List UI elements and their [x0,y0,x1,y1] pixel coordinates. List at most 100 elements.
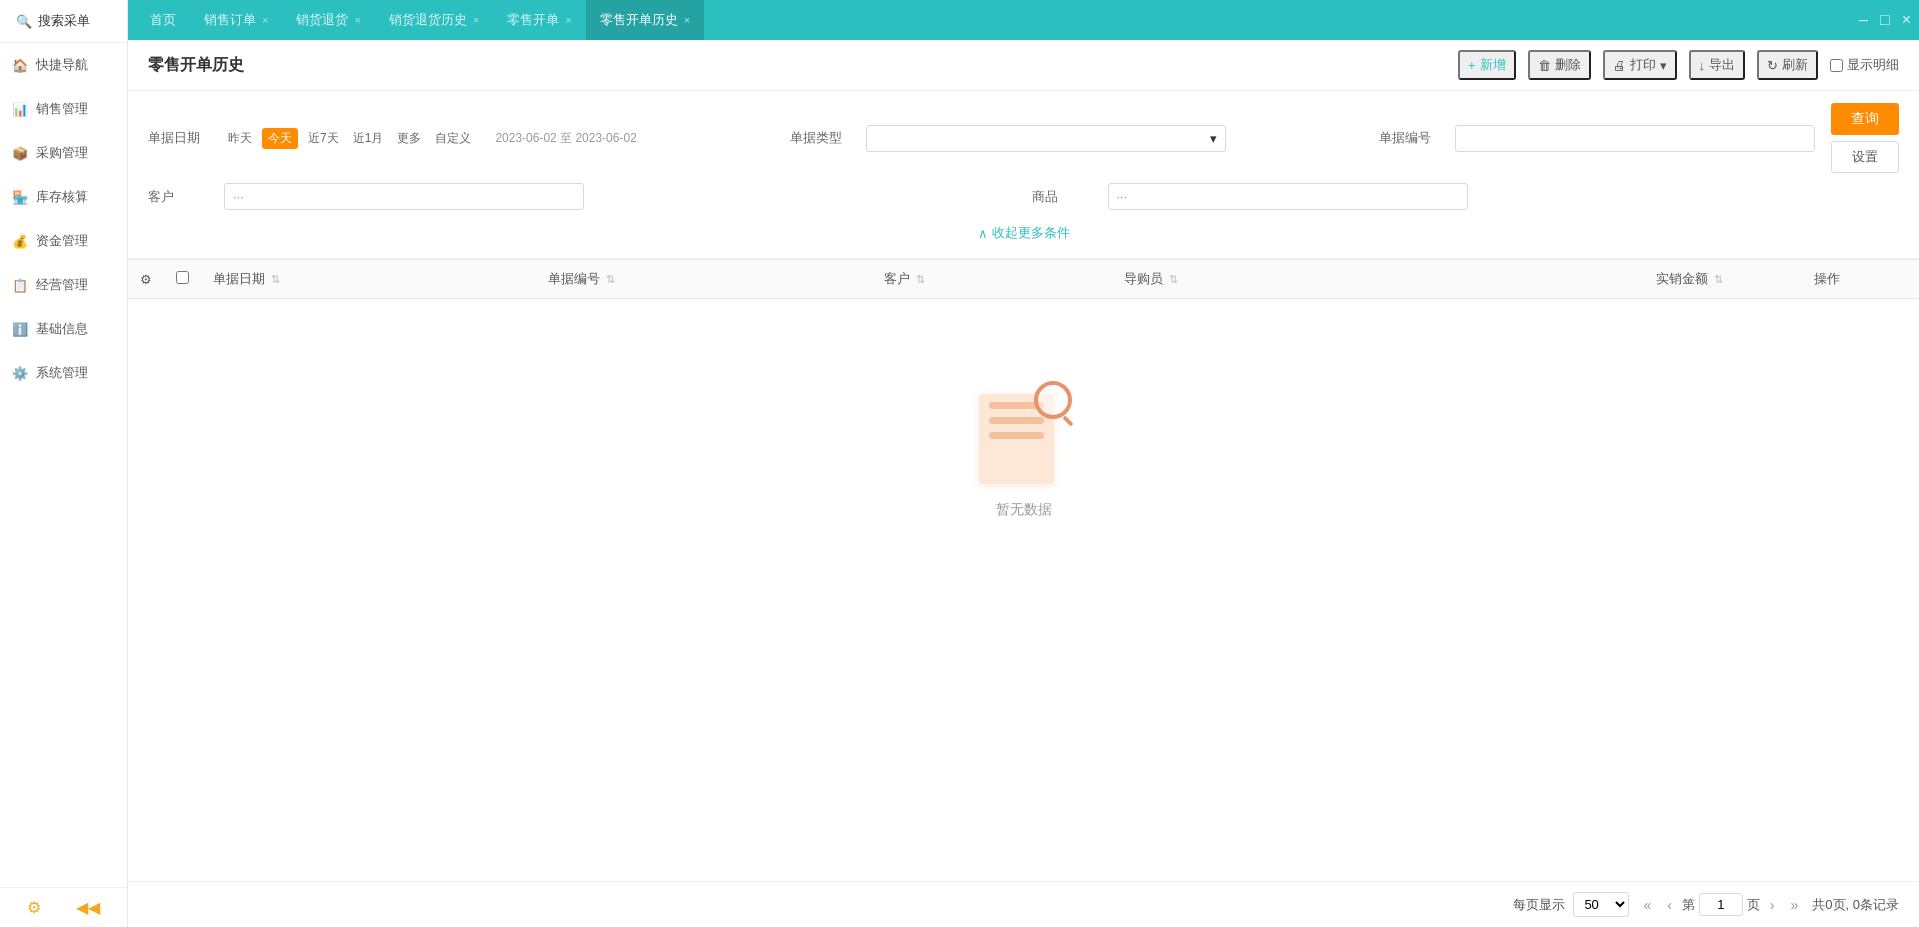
sidebar-item-sales-mgmt[interactable]: 📊 销售管理 [0,87,127,131]
filter-settings-button[interactable]: 设置 [1831,141,1899,173]
sidebar-item-label: 快捷导航 [36,56,88,74]
th-date[interactable]: 单据日期 ⇅ [201,260,536,299]
sidebar-settings-btn[interactable]: ⚙ [27,898,41,917]
sidebar-item-purchase-mgmt[interactable]: 📦 采购管理 [0,131,127,175]
bill-type-select[interactable]: ▾ [866,125,1226,152]
chevron-up-icon: ∧ [978,226,988,241]
customer-dots: ··· [233,189,244,204]
search-icon: 🔍 [16,14,32,29]
export-icon: ↓ [1699,58,1706,73]
sort-icon: ⇅ [606,273,615,286]
doc-line-2 [989,417,1044,424]
tab-label: 零售开单历史 [600,11,678,29]
box-icon: 📦 [10,143,30,163]
report-icon: 📋 [10,275,30,295]
print-button[interactable]: 🖨 打印 ▾ [1603,50,1677,80]
first-page-btn[interactable]: « [1637,895,1657,915]
delete-button[interactable]: 🗑 删除 [1528,50,1591,80]
empty-state: 暂无数据 [128,299,1919,599]
sort-icon: ⇅ [1169,273,1178,286]
tab-close-icon[interactable]: × [262,14,268,26]
delete-icon: 🗑 [1538,58,1551,73]
maximize-btn[interactable]: □ [1880,11,1890,29]
add-button[interactable]: + 新增 [1458,50,1516,80]
sidebar-item-inventory[interactable]: 🏪 库存核算 [0,175,127,219]
page-title: 零售开单历史 [148,55,244,76]
tab-close-icon[interactable]: × [565,14,571,26]
page-word: 第 [1682,896,1695,914]
sidebar-item-label: 采购管理 [36,144,88,162]
per-page-select[interactable]: 50 10 20 100 [1573,892,1629,917]
table-body: 暂无数据 [128,299,1919,600]
page-summary: 共0页, 0条记录 [1812,896,1899,914]
bill-no-input[interactable] [1455,125,1815,152]
sidebar-item-finance[interactable]: 💰 资金管理 [0,219,127,263]
settings-icon: ⚙️ [10,363,30,383]
show-detail-checkbox-label[interactable]: 显示明细 [1830,56,1899,74]
minimize-btn[interactable]: – [1859,11,1868,29]
th-checkbox[interactable] [164,260,201,299]
th-guide[interactable]: 导购员 ⇅ [1112,260,1400,299]
chart-icon: 📊 [10,99,30,119]
export-button[interactable]: ↓ 导出 [1689,50,1746,80]
th-amount[interactable]: 实销金额 ⇅ [1399,260,1734,299]
collapse-filter-btn[interactable]: ∧ 收起更多条件 [148,220,1899,246]
sidebar-search[interactable]: 🔍 搜索采单 [0,0,127,43]
filter-area: 单据日期 昨天 今天 近7天 近1月 更多 自定义 2023-06-02 至 2… [128,91,1919,259]
goods-select[interactable]: ··· [1108,183,1468,210]
th-bill-no[interactable]: 单据编号 ⇅ [536,260,871,299]
sidebar-item-label: 库存核算 [36,188,88,206]
tab-close-icon[interactable]: × [684,14,690,26]
date-yesterday[interactable]: 昨天 [224,128,256,149]
th-settings[interactable]: ⚙ [128,260,164,299]
show-detail-checkbox[interactable] [1830,59,1843,72]
tab-close-icon[interactable]: × [354,14,360,26]
prev-page-btn[interactable]: ‹ [1661,895,1678,915]
goods-dots: ··· [1117,189,1128,204]
current-page-input[interactable] [1699,893,1743,916]
select-all-checkbox[interactable] [176,271,189,284]
sort-icon: ⇅ [271,273,280,286]
tabbar-actions: – □ × [1859,11,1911,29]
tab-sales-order[interactable]: 销售订单 × [190,0,282,40]
sidebar-item-sys-mgmt[interactable]: ⚙️ 系统管理 [0,351,127,395]
sidebar-collapse-btn[interactable]: ◀◀ [76,898,100,917]
query-button[interactable]: 查询 [1831,103,1899,135]
date-last1m[interactable]: 近1月 [349,128,388,149]
date-shortcuts: 昨天 今天 近7天 近1月 更多 自定义 [224,128,475,149]
date-more[interactable]: 更多 [393,128,425,149]
goods-label: 商品 [1032,188,1092,206]
tab-home[interactable]: 首页 [136,0,190,40]
sidebar-item-operations[interactable]: 📋 经营管理 [0,263,127,307]
header-actions: + 新增 🗑 删除 🖨 打印 ▾ ↓ 导出 ↻ 刷新 [1458,50,1899,80]
sidebar-item-basic-info[interactable]: ℹ️ 基础信息 [0,307,127,351]
next-page-btn[interactable]: › [1764,895,1781,915]
date-today[interactable]: 今天 [262,128,298,149]
last-page-btn[interactable]: » [1785,895,1805,915]
refresh-button[interactable]: ↻ 刷新 [1757,50,1818,80]
empty-text: 暂无数据 [996,501,1052,519]
tab-close-icon[interactable]: × [473,14,479,26]
customer-select[interactable]: ··· [224,183,584,210]
per-page-label: 每页显示 [1513,896,1565,914]
date-last7[interactable]: 近7天 [304,128,343,149]
show-detail-label: 显示明细 [1847,56,1899,74]
tab-retail-open-history[interactable]: 零售开单历史 × [586,0,704,40]
page-header: 零售开单历史 + 新增 🗑 删除 🖨 打印 ▾ ↓ 导出 [128,40,1919,91]
th-customer[interactable]: 客户 ⇅ [872,260,1112,299]
close-btn[interactable]: × [1902,11,1911,29]
tab-sales-return[interactable]: 销货退货 × [282,0,374,40]
table-area: ⚙ 单据日期 ⇅ 单据编号 [128,259,1919,881]
tab-sales-return-history[interactable]: 销货退货历史 × [375,0,493,40]
empty-illustration [974,379,1074,489]
sidebar: 🔍 搜索采单 🏠 快捷导航 📊 销售管理 📦 采购管理 🏪 库存核算 💰 资金管… [0,0,128,927]
sidebar-footer: ⚙ ◀◀ [0,887,127,927]
content-area: 零售开单历史 + 新增 🗑 删除 🖨 打印 ▾ ↓ 导出 [128,40,1919,927]
info-icon: ℹ️ [10,319,30,339]
doc-line-3 [989,432,1044,439]
date-custom[interactable]: 自定义 [431,128,475,149]
tab-retail-open[interactable]: 零售开单 × [493,0,585,40]
empty-row: 暂无数据 [128,299,1919,600]
delete-label: 删除 [1555,56,1581,74]
sidebar-item-quick-nav[interactable]: 🏠 快捷导航 [0,43,127,87]
